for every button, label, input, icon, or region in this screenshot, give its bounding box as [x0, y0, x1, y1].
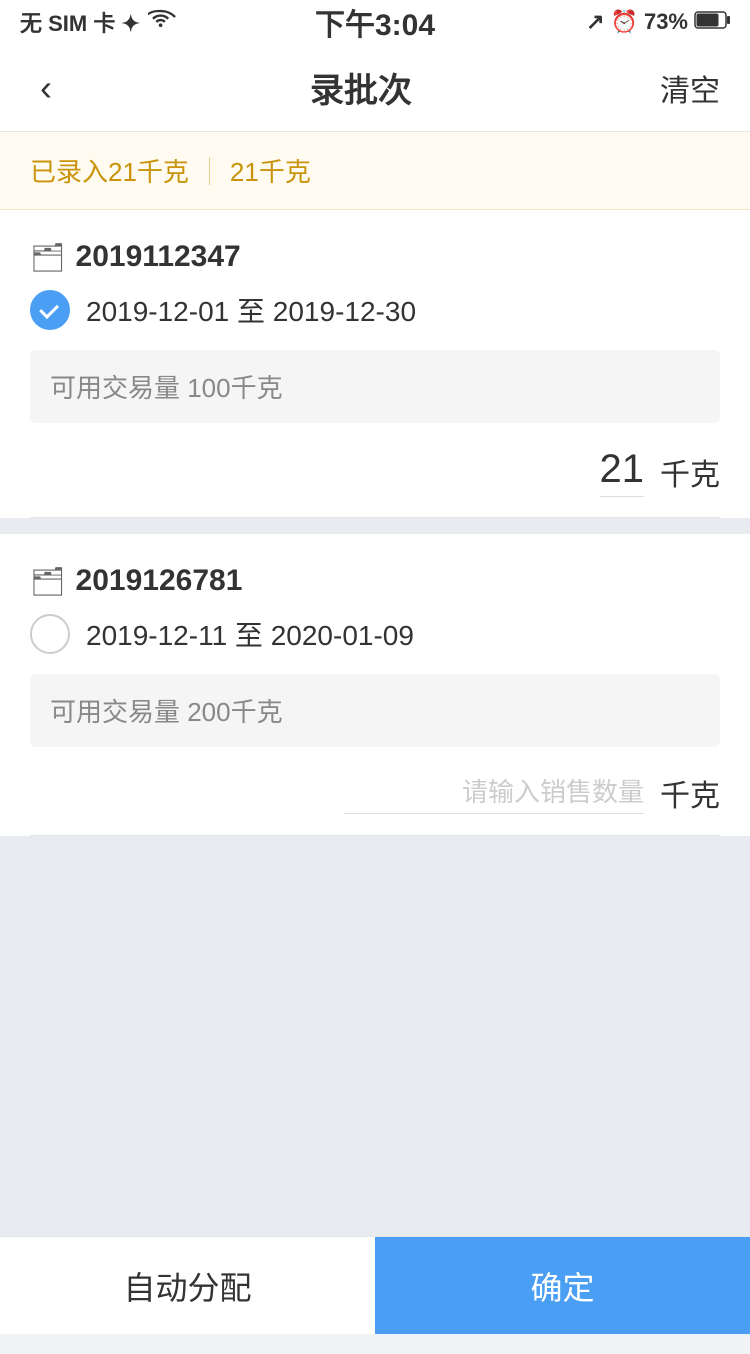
batch-2-input-row[interactable]: 千克 — [30, 747, 720, 836]
battery-text: 73% — [644, 9, 688, 35]
status-left: 无 SIM 卡 ✦ — [20, 6, 176, 38]
total-amount: 21千克 — [230, 152, 311, 189]
batch-1-header: 🗂 2019112347 — [30, 240, 720, 274]
batch-2-unit: 千克 — [660, 771, 720, 815]
location-icon: ↗ — [586, 9, 604, 35]
batch-1-unit: 千克 — [660, 450, 720, 494]
batch-1-id: 2019112347 — [76, 240, 241, 274]
bottom-area — [0, 836, 750, 1256]
batch-2-date-row: 2019-12-11 至 2020-01-09 — [30, 614, 720, 654]
status-bar: 无 SIM 卡 ✦ 下午3:04 ↗ ⏰ 73% — [0, 0, 750, 44]
footer: 自动分配 确定 — [0, 1236, 750, 1334]
recorded-amount: 已录入21千克 — [30, 152, 189, 189]
wifi-icon — [148, 9, 176, 35]
batch-card-2: 🗂 2019126781 2019-12-11 至 2020-01-09 可用交… — [0, 534, 750, 836]
batch-1-value: 21 — [600, 447, 645, 491]
section-separator — [0, 518, 750, 534]
batch-2-quantity-box: 可用交易量 200千克 — [30, 674, 720, 747]
alarm-icon: ⏰ — [611, 9, 638, 35]
status-right: ↗ ⏰ 73% — [586, 9, 730, 35]
batch-2-input-wrapper — [344, 772, 644, 814]
status-time: 下午3:04 — [315, 0, 435, 44]
batch-2-radio[interactable] — [30, 614, 70, 654]
info-bar: 已录入21千克 21千克 — [0, 132, 750, 210]
batch-1-quantity-label: 可用交易量 100千克 — [50, 373, 283, 403]
batch-1-icon: 🗂 — [30, 241, 66, 274]
battery-icon — [694, 9, 730, 35]
batch-1-date-row: 2019-12-01 至 2019-12-30 — [30, 290, 720, 330]
confirm-button[interactable]: 确定 — [375, 1237, 750, 1334]
batch-1-radio[interactable] — [30, 290, 70, 330]
batch-1-input-row: 21 千克 — [30, 423, 720, 518]
page-title: 录批次 — [310, 63, 412, 112]
auto-distribute-button[interactable]: 自动分配 — [0, 1237, 375, 1334]
batch-1-underline: 21 — [600, 447, 645, 497]
batch-card-1: 🗂 2019112347 2019-12-01 至 2019-12-30 可用交… — [0, 210, 750, 518]
batch-2-date: 2019-12-11 至 2020-01-09 — [86, 614, 414, 654]
batch-2-header: 🗂 2019126781 — [30, 564, 720, 598]
clear-button[interactable]: 清空 — [660, 66, 720, 110]
info-divider — [209, 157, 210, 185]
no-sim-text: 无 SIM 卡 ✦ — [20, 6, 140, 38]
batch-1-quantity-box: 可用交易量 100千克 — [30, 350, 720, 423]
nav-bar: ‹ 录批次 清空 — [0, 44, 750, 132]
batch-2-quantity-label: 可用交易量 200千克 — [50, 697, 283, 727]
batch-2-sale-input[interactable] — [344, 772, 644, 809]
batch-2-id: 2019126781 — [76, 564, 243, 598]
batch-1-date: 2019-12-01 至 2019-12-30 — [86, 290, 416, 330]
batch-2-icon: 🗂 — [30, 565, 66, 598]
back-button[interactable]: ‹ — [30, 57, 62, 119]
